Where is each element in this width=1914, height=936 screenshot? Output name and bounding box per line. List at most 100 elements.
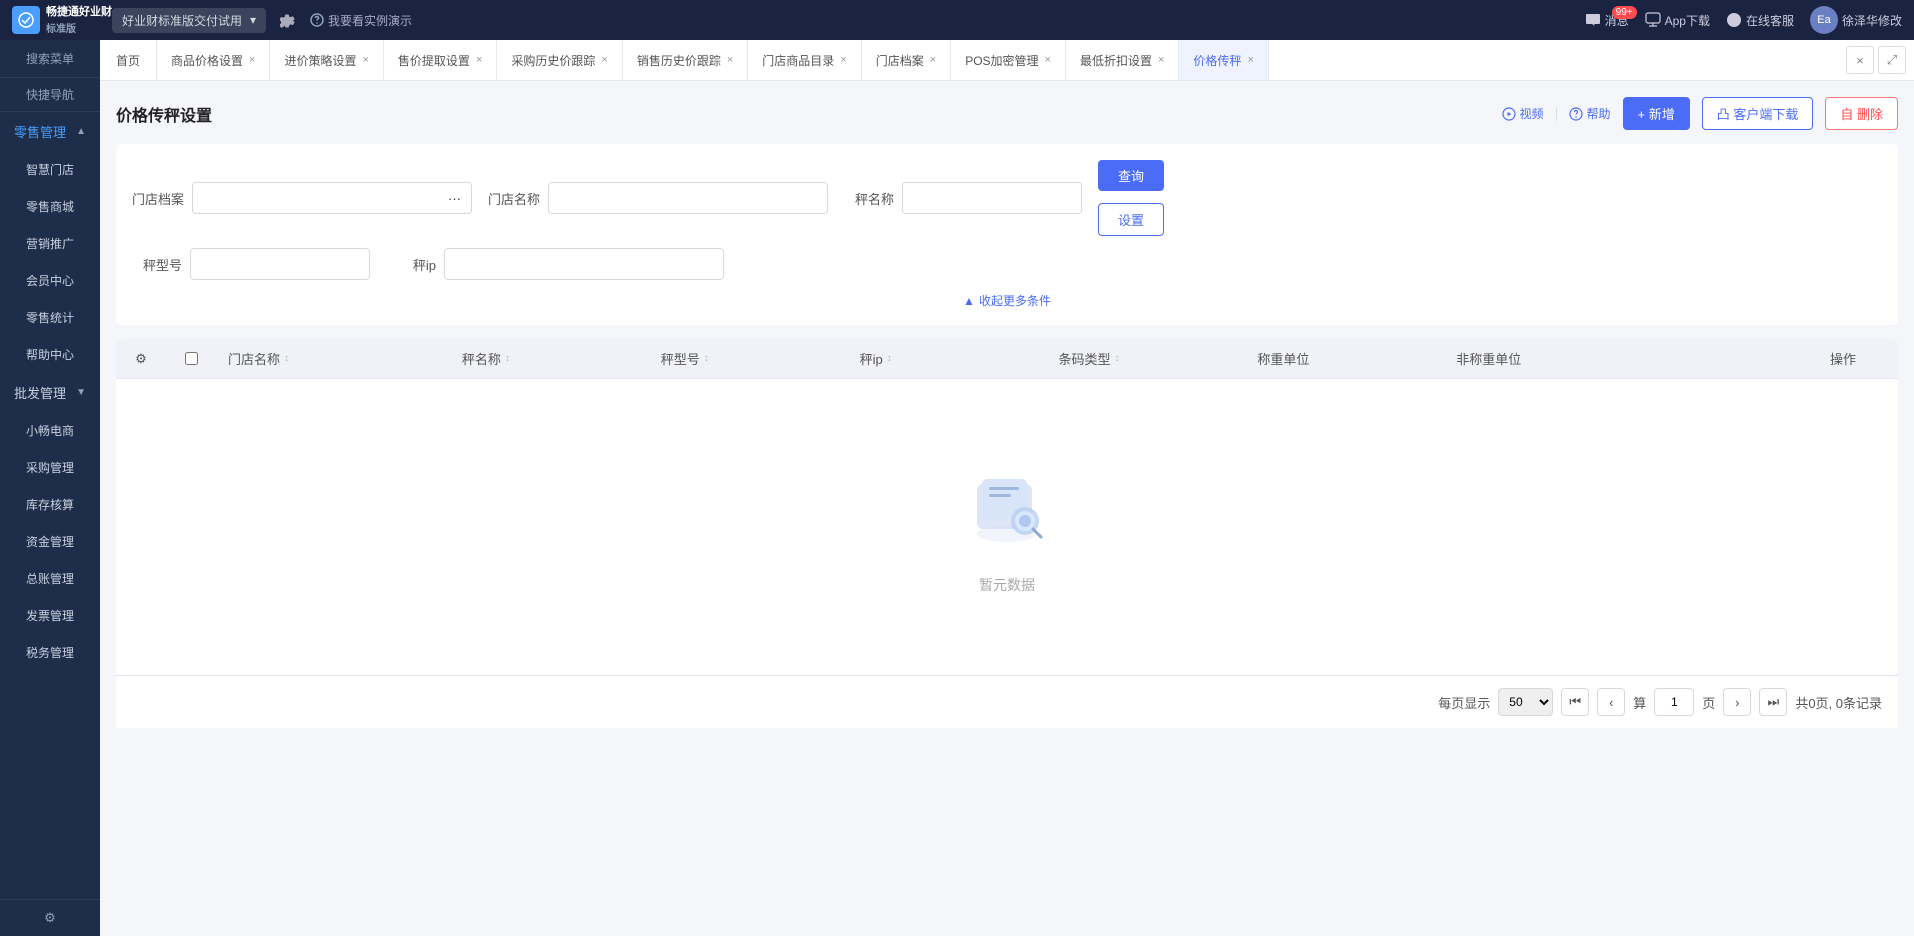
- collapse-btn[interactable]: ▲ 收起更多条件: [132, 292, 1882, 309]
- tab-bar: 首页 商品价格设置 × 进价策略设置 × 售价提取设置 × 采购历史价跟踪 ×: [100, 40, 1914, 81]
- tab-store-profile[interactable]: 门店档案 ×: [862, 40, 951, 80]
- maximize-tab-btn[interactable]: ⤢: [1878, 46, 1906, 74]
- tab-close-icon[interactable]: ×: [249, 54, 255, 66]
- invoice-mgmt-label: 发票管理: [26, 607, 74, 624]
- tab-price-scale[interactable]: 价格传秤 ×: [1179, 40, 1268, 80]
- tab-close-icon[interactable]: ×: [840, 54, 846, 66]
- set-button[interactable]: 设置: [1098, 203, 1164, 236]
- per-page-select[interactable]: 50 10 20 100: [1498, 688, 1553, 716]
- user-menu-btn[interactable]: Ea 徐泽华修改: [1810, 6, 1902, 34]
- first-page-btn[interactable]: ⏮: [1561, 688, 1589, 716]
- tab-close-icon[interactable]: ×: [362, 54, 368, 66]
- filter-scale-name: 秤名称: [844, 182, 1082, 214]
- col-header-scale-ip[interactable]: 秤ip ↕: [848, 339, 1047, 378]
- home-tab-label: 首页: [116, 52, 140, 69]
- tab-close-icon[interactable]: ×: [601, 54, 607, 66]
- close-tab-btn[interactable]: ×: [1846, 46, 1874, 74]
- sidebar-item-member-center[interactable]: 会员中心: [0, 262, 100, 299]
- tab-close-icon[interactable]: ×: [1247, 54, 1253, 66]
- col-header-action: 操作: [1818, 339, 1898, 378]
- sidebar-item-marketing[interactable]: 营销推广: [0, 225, 100, 262]
- tab-product-price[interactable]: 商品价格设置 ×: [157, 40, 270, 80]
- sidebar-item-retail-mgmt[interactable]: 零售管理 ▲: [0, 112, 100, 151]
- messages-btn[interactable]: 消息 99+: [1585, 12, 1629, 29]
- tab-label: 销售历史价跟踪: [637, 52, 721, 69]
- prev-page-btn[interactable]: ‹: [1597, 688, 1625, 716]
- sidebar-search[interactable]: 搜索菜单: [0, 40, 100, 78]
- logo-text: 畅捷通好业财 标准版: [46, 5, 112, 34]
- online-service-btn[interactable]: 在线客服: [1726, 12, 1794, 29]
- col-header-store-name[interactable]: 门店名称 ↕: [216, 339, 450, 378]
- col-barcode-type-label: 条码类型: [1058, 349, 1110, 368]
- sidebar-item-help-center[interactable]: 帮助中心: [0, 336, 100, 373]
- store-name-input[interactable]: [548, 182, 828, 214]
- col-header-settings[interactable]: ⚙: [116, 341, 166, 377]
- tab-purchase-strategy[interactable]: 进价策略设置 ×: [270, 40, 383, 80]
- tab-sale-history[interactable]: 销售历史价跟踪 ×: [623, 40, 748, 80]
- col-header-scale-model[interactable]: 秤型号 ↕: [649, 339, 848, 378]
- chevron-down-icon: ▾: [250, 13, 256, 27]
- sidebar-item-tax-mgmt[interactable]: 税务管理: [0, 634, 100, 671]
- content-area: 首页 商品价格设置 × 进价策略设置 × 售价提取设置 × 采购历史价跟踪 ×: [100, 40, 1914, 936]
- tab-sale-price[interactable]: 售价提取设置 ×: [384, 40, 497, 80]
- add-btn-label: + 新增: [1638, 104, 1675, 123]
- sidebar-item-inventory[interactable]: 库存核算: [0, 486, 100, 523]
- query-button[interactable]: 查询: [1098, 160, 1164, 191]
- version-selector[interactable]: 好业财标准版交付试用 ▾: [112, 8, 266, 33]
- tab-min-discount[interactable]: 最低折扣设置 ×: [1066, 40, 1179, 80]
- tab-close-icon[interactable]: ×: [476, 54, 482, 66]
- tab-purchase-history[interactable]: 采购历史价跟踪 ×: [497, 40, 622, 80]
- col-header-scale-name[interactable]: 秤名称 ↕: [450, 339, 649, 378]
- version-settings-icon[interactable]: [274, 6, 302, 34]
- filter-scale-ip: 秤ip: [386, 248, 724, 280]
- online-service-label: 在线客服: [1746, 12, 1794, 29]
- sidebar-item-invoice-mgmt[interactable]: 发票管理: [0, 597, 100, 634]
- tab-close-icon[interactable]: ×: [1045, 54, 1051, 66]
- page-input[interactable]: [1654, 688, 1694, 716]
- scale-ip-input[interactable]: [444, 248, 724, 280]
- demo-link[interactable]: 我要看实例演示: [310, 12, 412, 29]
- sidebar-item-smart-store[interactable]: 智慧门店: [0, 151, 100, 188]
- sidebar-item-retail-mall[interactable]: 零售商城: [0, 188, 100, 225]
- scale-model-input[interactable]: [190, 248, 370, 280]
- next-page-btn[interactable]: ›: [1723, 688, 1751, 716]
- page-title: 价格传秤设置: [116, 102, 212, 126]
- tab-close-icon[interactable]: ×: [1158, 54, 1164, 66]
- sidebar: 搜索菜单 快捷导航 零售管理 ▲ 智慧门店 零售商城 营销推广 会员中心 零: [0, 40, 100, 936]
- last-page-btn[interactable]: ⏭: [1759, 688, 1787, 716]
- tab-label: 最低折扣设置: [1080, 52, 1152, 69]
- demo-link-text: 我要看实例演示: [328, 12, 412, 29]
- sidebar-quick-nav[interactable]: 快捷导航: [0, 78, 100, 112]
- sidebar-item-retail-stats[interactable]: 零售统计: [0, 299, 100, 336]
- quick-nav-label: 快捷导航: [26, 88, 74, 102]
- sidebar-item-ecommerce[interactable]: 小畅电商: [0, 412, 100, 449]
- tab-store-catalog[interactable]: 门店商品目录 ×: [748, 40, 861, 80]
- help-link[interactable]: 帮助: [1569, 105, 1611, 122]
- table-header: ⚙ 门店名称 ↕ 秤名称 ↕: [116, 339, 1898, 379]
- sidebar-item-purchase-mgmt[interactable]: 采购管理: [0, 449, 100, 486]
- scale-name-input[interactable]: [902, 182, 1082, 214]
- page-header: 价格传秤设置 视频: [116, 97, 1898, 130]
- sidebar-settings-btn[interactable]: ⚙: [0, 899, 100, 936]
- sidebar-item-general-ledger[interactable]: 总账管理: [0, 560, 100, 597]
- select-all-checkbox[interactable]: [185, 352, 198, 365]
- tab-close-icon[interactable]: ×: [727, 54, 733, 66]
- version-label: 好业财标准版交付试用: [122, 12, 242, 29]
- tab-close-icon[interactable]: ×: [930, 54, 936, 66]
- app-download-label: App下载: [1665, 12, 1710, 29]
- col-header-barcode-type[interactable]: 条码类型 ↕: [1046, 339, 1245, 378]
- store-profile-input[interactable]: ···: [192, 182, 472, 214]
- per-page-label: 每页显示: [1438, 693, 1490, 712]
- tab-pos-mgmt[interactable]: POS加密管理 ×: [951, 40, 1066, 80]
- tab-home[interactable]: 首页: [100, 40, 157, 80]
- page-label: 算: [1633, 693, 1646, 712]
- add-btn[interactable]: + 新增: [1623, 97, 1690, 130]
- delete-btn[interactable]: 自 删除: [1825, 97, 1898, 130]
- download-btn[interactable]: 凸 客户端下载: [1702, 97, 1814, 130]
- user-avatar: Ea: [1810, 6, 1838, 34]
- sidebar-item-batch-mgmt[interactable]: 批发管理 ▼: [0, 373, 100, 412]
- filter-row-2: 秤型号 秤ip: [132, 248, 1882, 280]
- sidebar-item-finance[interactable]: 资金管理: [0, 523, 100, 560]
- video-link[interactable]: 视频: [1502, 105, 1544, 122]
- app-download-btn[interactable]: App下载: [1645, 12, 1710, 29]
